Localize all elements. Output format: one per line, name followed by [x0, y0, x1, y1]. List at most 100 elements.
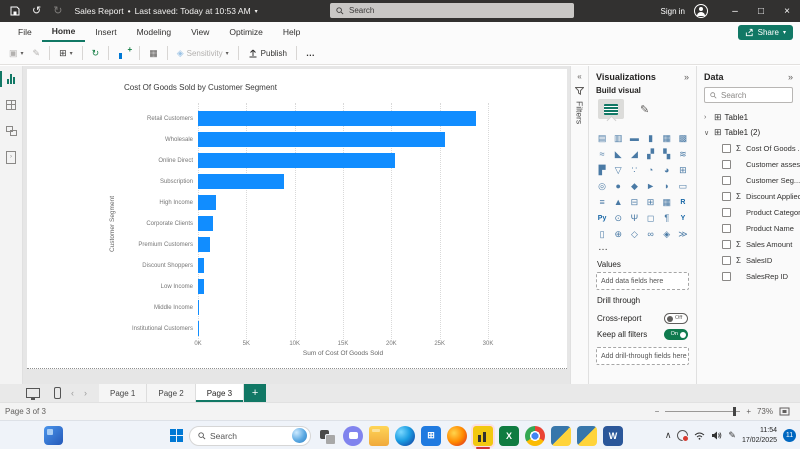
key-influencers-icon[interactable]: ⊙	[611, 211, 626, 225]
pen-icon[interactable]: ✎	[728, 430, 736, 441]
bar-corporate-clients[interactable]	[198, 216, 213, 231]
field-item-customer-asses-[interactable]: Customer asses...	[697, 156, 800, 172]
map-icon[interactable]: ◎	[595, 179, 610, 193]
dax-query-view-button[interactable]: ›	[0, 144, 22, 170]
python-visual-icon[interactable]: Py	[595, 211, 610, 225]
page-tab-page-2[interactable]: Page 2	[147, 384, 196, 402]
menu-item-view[interactable]: View	[181, 22, 219, 42]
bar-subscription[interactable]	[198, 174, 285, 189]
field-item-salesrep-id[interactable]: SalesRep ID	[697, 268, 800, 284]
field-checkbox[interactable]	[722, 143, 731, 153]
bar-discount-shoppers[interactable]	[198, 258, 205, 273]
titlebar-search-input[interactable]: Search	[330, 3, 574, 18]
widgets-icon[interactable]	[44, 426, 63, 445]
more-options-button[interactable]: …	[306, 48, 315, 58]
donut-chart-icon[interactable]: ◕	[659, 163, 674, 177]
excel-icon[interactable]: X	[499, 425, 519, 446]
field-checkbox[interactable]	[722, 255, 731, 265]
more-visual-options-button[interactable]: …	[589, 241, 696, 254]
line-chart-icon[interactable]: ≈	[595, 147, 610, 161]
file-explorer-icon[interactable]	[369, 425, 389, 446]
matrix-icon[interactable]: ▦	[659, 195, 674, 209]
line-and-stacked-column-chart-icon[interactable]: ▞	[643, 147, 658, 161]
text-box-button[interactable]: ▦	[149, 48, 158, 59]
arcgis-map-icon[interactable]: ⊕	[611, 227, 626, 241]
table-icon[interactable]: ⊞	[643, 195, 658, 209]
pie-chart-icon[interactable]: ◔	[643, 163, 658, 177]
chat-icon[interactable]	[343, 425, 363, 446]
firefox-icon[interactable]	[447, 425, 467, 446]
bar-middle-income[interactable]	[198, 300, 200, 315]
chrome-icon[interactable]	[525, 425, 545, 446]
new-page-button[interactable]: +	[244, 384, 267, 402]
previous-page-arrow[interactable]: ‹	[71, 388, 74, 398]
user-avatar-icon[interactable]	[694, 4, 708, 18]
scorecard-icon[interactable]: ◈	[659, 227, 674, 241]
field-item-product-category[interactable]: Product Category	[697, 204, 800, 220]
wifi-icon[interactable]	[694, 432, 705, 440]
share-button[interactable]: Share ▾	[737, 25, 793, 40]
shape-map-icon[interactable]: ◆	[627, 179, 642, 193]
treemap-icon[interactable]: ⊞	[675, 163, 690, 177]
fit-to-page-icon[interactable]	[779, 407, 790, 416]
sensitivity-button[interactable]: ◈ Sensitivity ▾	[177, 48, 229, 59]
menu-item-insert[interactable]: Insert	[85, 22, 126, 42]
area-chart-icon[interactable]: ◣	[611, 147, 626, 161]
get-data-button[interactable]: ⊞ ▾	[59, 48, 73, 59]
clustered-column-chart-icon[interactable]: ▮	[643, 131, 658, 145]
field-item-discount-applied[interactable]: Σ Discount Applied	[697, 188, 800, 204]
power-apps-visual-icon[interactable]: ◇	[627, 227, 642, 241]
field-item-sales-amount[interactable]: Σ Sales Amount	[697, 236, 800, 252]
chevron-right-icon[interactable]: ›	[704, 114, 711, 121]
model-view-button[interactable]	[0, 118, 22, 144]
volume-icon[interactable]	[711, 431, 722, 440]
bar-wholesale[interactable]	[198, 132, 446, 147]
chevron-down-icon[interactable]: ∨	[704, 129, 711, 137]
page-tab-page-3[interactable]: Page 3	[195, 384, 245, 402]
redo-button[interactable]: ↻	[53, 5, 62, 17]
data-search-input[interactable]: Search	[704, 87, 793, 103]
field-checkbox[interactable]	[722, 271, 731, 281]
menu-item-home[interactable]: Home	[41, 22, 86, 42]
new-visual-button[interactable]: +	[118, 45, 132, 59]
table-node-table1-2-[interactable]: ∨ ⊞ Table1 (2)	[697, 125, 800, 140]
field-checkbox[interactable]	[722, 175, 731, 185]
taskbar-search-input[interactable]: Search	[189, 425, 311, 446]
word-icon[interactable]: W	[603, 425, 623, 446]
slicer-icon[interactable]: ⊟	[627, 195, 642, 209]
waterfall-chart-icon[interactable]: ▛	[595, 163, 610, 177]
report-view-button[interactable]	[0, 66, 22, 92]
menu-item-file[interactable]: File	[8, 22, 42, 42]
title-dropdown-icon[interactable]: ▾	[255, 8, 258, 15]
100-stacked-bar-chart-icon[interactable]: ▦	[659, 131, 674, 145]
bar-premium-customers[interactable]	[198, 237, 210, 252]
notification-badge[interactable]: 11	[783, 429, 796, 442]
expand-filters-icon[interactable]: «	[577, 72, 581, 81]
field-item-salesid[interactable]: Σ SalesID	[697, 252, 800, 268]
field-checkbox[interactable]	[722, 191, 731, 201]
python-1-icon[interactable]	[551, 425, 571, 446]
scatter-chart-icon[interactable]: ∵	[627, 163, 642, 177]
funnel-chart-icon[interactable]: ▽	[611, 163, 626, 177]
ribbon-chart-icon[interactable]: ≋	[675, 147, 690, 161]
power-bi-icon[interactable]	[473, 425, 493, 449]
taskbar-clock[interactable]: 11:54 17/02/2025	[742, 426, 777, 445]
zoom-slider-thumb[interactable]	[733, 407, 737, 416]
document-title[interactable]: Sales Report • Last saved: Today at 10:5…	[74, 6, 257, 16]
keep-all-filters-toggle[interactable]: On	[664, 329, 688, 340]
desktop-view-icon[interactable]	[26, 388, 40, 400]
tray-expand-icon[interactable]: ∧	[665, 430, 672, 441]
page-tab-page-1[interactable]: Page 1	[99, 384, 148, 402]
table-view-button[interactable]	[0, 92, 22, 118]
bar-low-income[interactable]	[198, 279, 204, 294]
metrics-icon[interactable]: Y	[675, 211, 690, 225]
r-script-visual-icon[interactable]: R	[675, 195, 690, 209]
multi-row-card-icon[interactable]: ≡	[595, 195, 610, 209]
bar-chart-visual[interactable]: Cost Of Goods Sold by Customer Segment C…	[27, 69, 567, 368]
python-2-icon[interactable]	[577, 425, 597, 446]
kpi-icon[interactable]: ▲	[611, 195, 626, 209]
build-visual-tab[interactable]	[598, 99, 624, 119]
tray-update-icon[interactable]	[677, 430, 690, 442]
menu-item-modeling[interactable]: Modeling	[127, 22, 182, 42]
zoom-slider[interactable]	[665, 407, 741, 416]
